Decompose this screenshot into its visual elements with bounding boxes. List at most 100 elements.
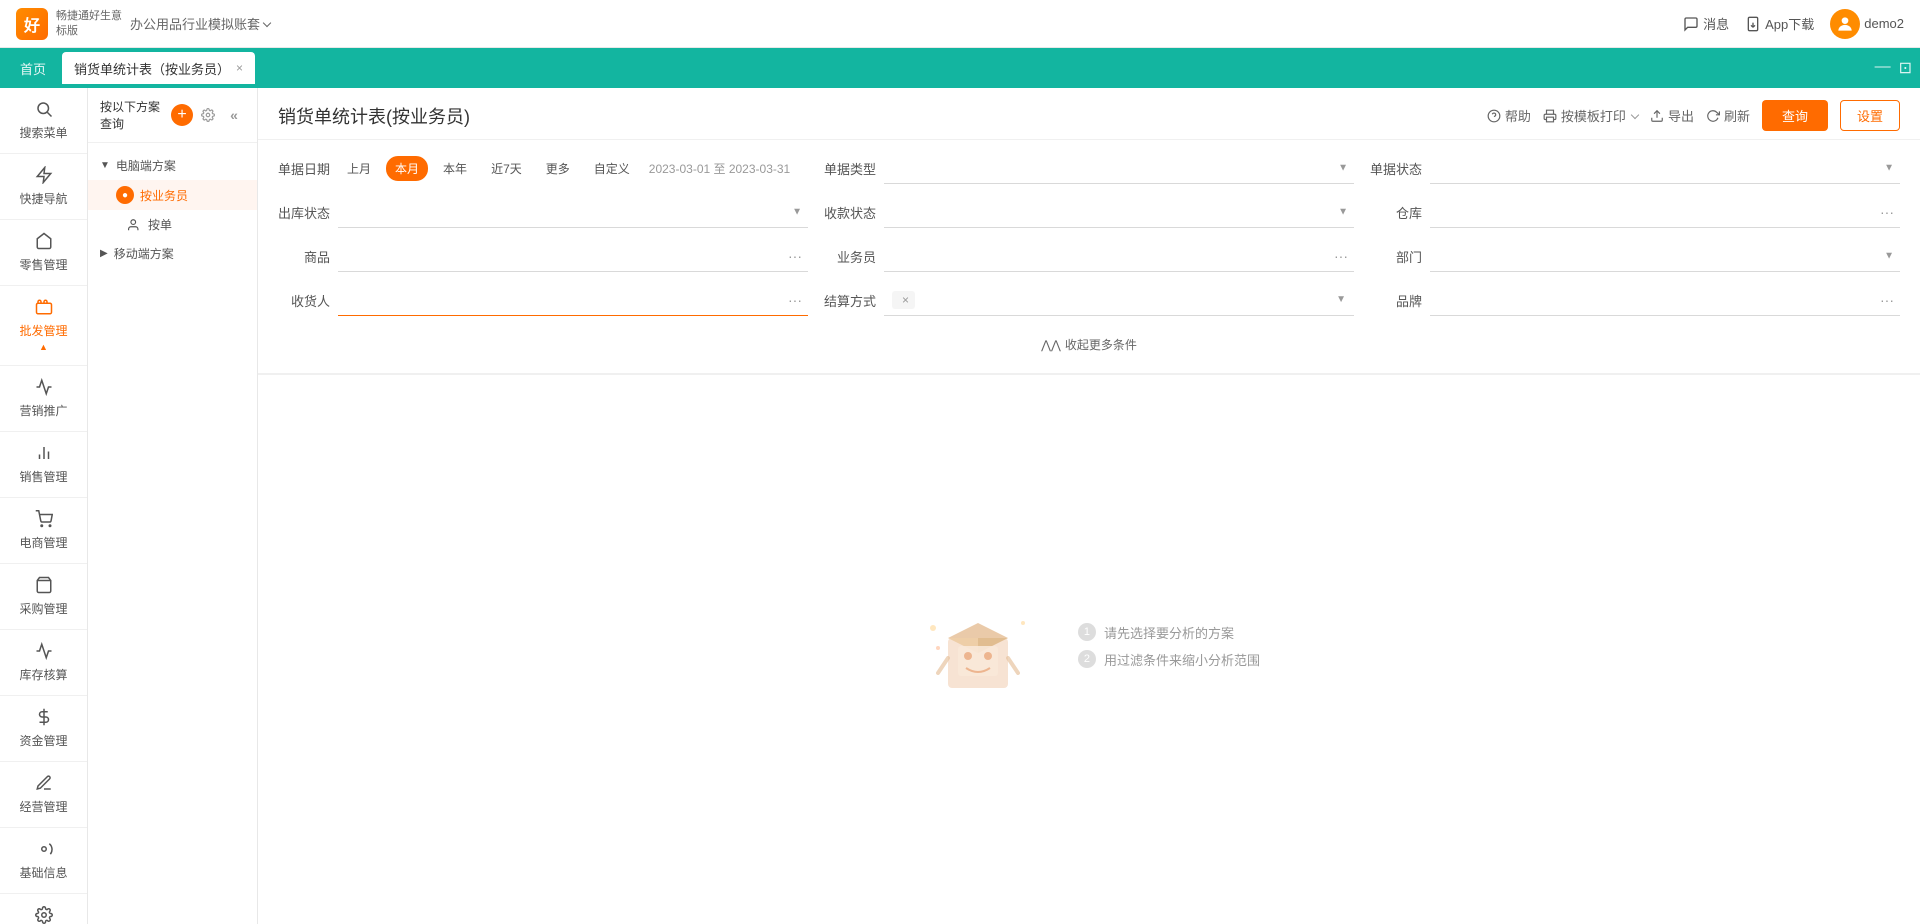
sidebar-item-operation[interactable]: 经营管理 [0,762,87,828]
chevron-down-icon [263,18,271,26]
refresh-icon [1706,109,1720,123]
main-layout: 搜索菜单 快捷导航 零售管理 批发管理 ▲ 营销推广 [0,88,1920,924]
sidebar-item-ecommerce[interactable]: 电商管理 [0,498,87,564]
dept-select[interactable] [1430,240,1900,272]
tab-active[interactable]: 销货单统计表（按业务员） × [62,52,255,84]
date-btn-more[interactable]: 更多 [537,156,579,181]
marketing-icon [35,378,53,396]
date-btn-last-month[interactable]: 上月 [338,156,380,181]
page-header: 销货单统计表(按业务员) 帮助 按模板打印 [258,88,1920,140]
dept-control: ▼ [1430,240,1900,272]
sidebar-item-retail[interactable]: 零售管理 [0,220,87,286]
settlement-clear-tag: × [892,291,915,309]
settlement-arrow: ▼ [1336,294,1346,305]
tab-bar: 首页 销货单统计表（按业务员） × — ⊡ [0,48,1920,88]
tab-close-btn[interactable]: × [236,61,243,75]
sidebar-item-search[interactable]: 搜索菜单 [0,88,87,154]
sidebar-item-wholesale[interactable]: 批发管理 ▲ [0,286,87,366]
help-icon [1487,109,1501,123]
sidebar-item-purchase[interactable]: 采购管理 [0,564,87,630]
filter-brand: 品牌 ··· [1370,284,1900,316]
tip-num-2: 2 [1078,650,1096,668]
warehouse-control: ··· [1430,196,1900,228]
main-content: 销货单统计表(按业务员) 帮助 按模板打印 [258,88,1920,924]
scheme-panel: 按以下方案查询 + « ▼ 电脑端方案 [88,88,258,924]
refresh-btn[interactable]: 刷新 [1706,106,1750,125]
help-btn[interactable]: 帮助 [1487,106,1531,125]
message-nav[interactable]: 消息 [1683,14,1729,33]
export-btn[interactable]: 导出 [1650,106,1694,125]
inventory-icon [35,642,53,660]
logo-icon: 好 [16,8,48,40]
tree-group-mobile-label[interactable]: ▶ 移动端方案 [88,239,257,268]
tree-expand-icon-2: ▶ [100,248,108,259]
tree-item-order[interactable]: 按单 [88,210,257,239]
goods-input[interactable] [338,240,808,272]
query-button[interactable]: 查询 [1762,100,1828,131]
filter-row-1: 单据日期 上月 本月 本年 近7天 更多 自定义 2023-03-01 至 20… [278,152,1900,184]
salesperson-input[interactable] [884,240,1354,272]
out-status-select[interactable] [338,196,808,228]
warehouse-input[interactable] [1430,196,1900,228]
export-icon [1650,109,1664,123]
tree-item-active-icon: ● [116,186,134,204]
wholesale-icon [35,298,53,316]
filter-doc-status: 单据状态 ▼ [1370,152,1900,184]
collapse-bar[interactable]: ⋀⋀ 收起更多条件 [278,328,1900,361]
scheme-tree: ▼ 电脑端方案 ● 按业务员 按单 [88,143,257,276]
sidebar-item-sales[interactable]: 销售管理 [0,432,87,498]
sidebar-item-system[interactable]: 系统管理 [0,894,87,924]
date-btn-this-month[interactable]: 本月 [386,156,428,181]
empty-tip-1: 1 请先选择要分析的方案 [1078,623,1260,642]
filter-area: 单据日期 上月 本月 本年 近7天 更多 自定义 2023-03-01 至 20… [258,140,1920,374]
doc-type-select[interactable] [884,152,1354,184]
breadcrumb-dropdown[interactable] [264,20,270,28]
scheme-header: 按以下方案查询 + « [88,88,257,143]
date-btn-custom[interactable]: 自定义 [585,156,639,181]
setting-button[interactable]: 设置 [1840,100,1900,131]
recv-status-select[interactable] [884,196,1354,228]
sidebar-item-inventory[interactable]: 库存核算 [0,630,87,696]
filter-row-3: 商品 ··· 业务员 ··· 部门 [278,240,1900,272]
scheme-actions: + « [171,104,245,126]
app-download-nav[interactable]: App下载 [1745,14,1814,33]
logo[interactable]: 好 畅捷通好生意 标版 [16,8,122,40]
date-btn-this-year[interactable]: 本年 [434,156,476,181]
sidebar-item-quicknav[interactable]: 快捷导航 [0,154,87,220]
doc-status-select[interactable] [1430,152,1900,184]
sidebar-item-basic[interactable]: 基础信息 [0,828,87,894]
scheme-edit-btn[interactable] [197,104,219,126]
receiver-control: ··· [338,284,808,316]
sidebar-item-marketing[interactable]: 营销推广 [0,366,87,432]
scheme-add-btn[interactable]: + [171,104,193,126]
sidebar-item-finance[interactable]: 资金管理 [0,696,87,762]
operation-icon [35,774,53,792]
settlement-control: × ▼ [884,284,1354,316]
breadcrumb: 办公用品行业模拟账套 [130,14,270,33]
tree-group-desktop: ▼ 电脑端方案 ● 按业务员 按单 [88,151,257,239]
tab-maximize-btn[interactable]: ⊡ [1899,58,1912,78]
tree-group-desktop-label[interactable]: ▼ 电脑端方案 [88,151,257,180]
filter-doc-type: 单据类型 ▼ [824,152,1354,184]
date-btn-7days[interactable]: 近7天 [482,156,531,181]
order-icon [128,218,142,232]
template-print-btn[interactable]: 按模板打印 [1543,106,1638,125]
empty-svg [918,598,1038,698]
empty-state: 1 请先选择要分析的方案 2 用过滤条件来缩小分析范围 [258,375,1920,924]
tree-item-salesperson[interactable]: ● 按业务员 [88,180,257,210]
tab-home[interactable]: 首页 [8,52,58,84]
tab-minimize-btn[interactable]: — [1875,58,1891,78]
filter-dept: 部门 ▼ [1370,240,1900,272]
print-icon [1543,109,1557,123]
empty-illustration [918,598,1038,701]
user-nav[interactable]: demo2 [1830,9,1904,39]
receiver-input[interactable] [338,284,808,316]
brand-input[interactable] [1430,284,1900,316]
tip-num-1: 1 [1078,623,1096,641]
tab-actions: — ⊡ [1875,58,1912,78]
message-icon [1683,16,1699,32]
recv-status-control: ▼ [884,196,1354,228]
scheme-collapse-btn[interactable]: « [223,104,245,126]
filter-salesperson: 业务员 ··· [824,240,1354,272]
settlement-clear-btn[interactable]: × [902,293,909,307]
